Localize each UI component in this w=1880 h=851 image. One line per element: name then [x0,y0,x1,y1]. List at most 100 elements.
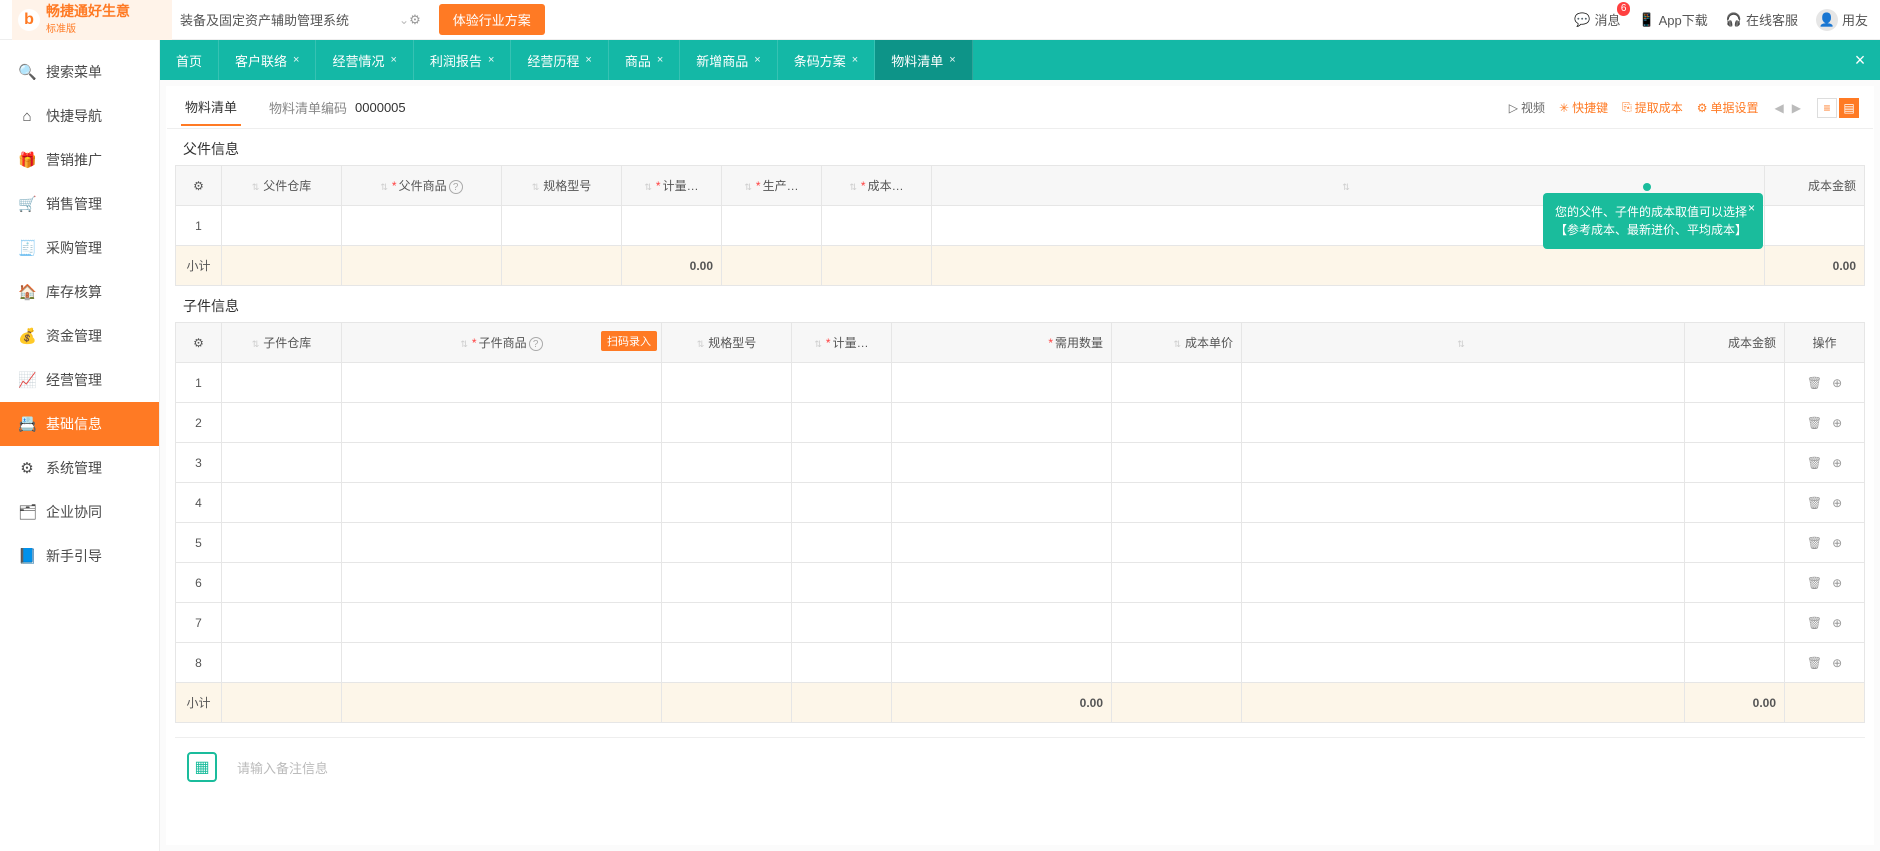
add-icon[interactable]: ⊕ [1832,376,1842,390]
sidebar-item-10[interactable]: 🗂企业协同 [0,490,159,534]
extract-cost-link[interactable]: ⎘提取成本 [1622,99,1683,116]
tab-5[interactable]: 商品× [609,40,680,80]
close-icon[interactable]: × [390,54,396,66]
child-col-product[interactable]: ⇅*子件商品?扫码录入 [342,323,662,363]
sidebar-item-5[interactable]: 🏠库存核算 [0,270,159,314]
sub-tab-bom[interactable]: 物料清单 [181,89,241,126]
sidebar-item-8[interactable]: 📇基础信息 [0,402,159,446]
close-icon[interactable]: × [754,54,760,66]
close-all-tabs-button[interactable]: × [1840,50,1880,71]
delete-icon[interactable]: 🗑 [1807,576,1822,590]
system-settings-icon[interactable]: ⚙ [409,12,421,28]
sidebar-item-9[interactable]: ⚙系统管理 [0,446,159,490]
app-download-button[interactable]: 📱 App下载 [1638,10,1707,29]
scan-input-badge[interactable]: 扫码录入 [601,331,657,351]
child-row[interactable]: 5🗑⊕ [176,523,1865,563]
tab-8[interactable]: 物料清单× [875,40,972,80]
delete-icon[interactable]: 🗑 [1807,536,1822,550]
tab-7[interactable]: 条码方案× [778,40,875,80]
child-col-qty[interactable]: *需用数量 [892,323,1112,363]
parent-col-unit[interactable]: ⇅*计量… [622,166,722,206]
child-row[interactable]: 3🗑⊕ [176,443,1865,483]
delete-icon[interactable]: 🗑 [1807,656,1822,670]
child-col-blank[interactable]: ⇅ [1242,323,1685,363]
parent-col-cost[interactable]: ⇅*成本… [822,166,932,206]
record-pager: ◀ ▶ [1773,101,1803,115]
view-card-button[interactable]: ▤ [1839,98,1859,118]
child-col-unit-cost[interactable]: ⇅成本单价 [1112,323,1242,363]
child-row[interactable]: 6🗑⊕ [176,563,1865,603]
messages-button[interactable]: 💬 消息 6 [1574,10,1620,29]
sidebar-item-0[interactable]: 🔍搜索菜单 [0,50,159,94]
parent-col-gear[interactable]: ⚙ [176,166,222,206]
tab-1[interactable]: 客户联络× [219,40,316,80]
child-row[interactable]: 7🗑⊕ [176,603,1865,643]
tab-2[interactable]: 经营情况× [316,40,413,80]
close-icon[interactable]: × [585,54,591,66]
doc-settings-link[interactable]: ⚙单据设置 [1697,99,1759,116]
sidebar-item-3[interactable]: 🛒销售管理 [0,182,159,226]
system-dropdown[interactable]: 装备及固定资产辅助管理系统 ⌄ [180,10,409,29]
pager-prev[interactable]: ◀ [1773,101,1786,115]
parent-col-warehouse[interactable]: ⇅父件仓库 [222,166,342,206]
sidebar-item-6[interactable]: 💰资金管理 [0,314,159,358]
sidebar-item-11[interactable]: 📘新手引导 [0,534,159,578]
parent-col-product[interactable]: ⇅*父件商品? [342,166,502,206]
close-icon[interactable]: × [488,54,494,66]
child-col-warehouse[interactable]: ⇅子件仓库 [222,323,342,363]
sidebar-item-1[interactable]: ⌂快捷导航 [0,94,159,138]
video-link[interactable]: ▷视频 [1509,99,1545,116]
add-icon[interactable]: ⊕ [1832,416,1842,430]
add-icon[interactable]: ⊕ [1832,536,1842,550]
tab-6[interactable]: 新增商品× [680,40,777,80]
close-icon[interactable]: × [852,54,858,66]
user-menu[interactable]: 👤 用友 [1816,9,1868,31]
tab-4[interactable]: 经营历程× [511,40,608,80]
child-col-cost-amount[interactable]: 成本金额 [1685,323,1785,363]
tab-3[interactable]: 利润报告 × [414,40,511,80]
help-icon[interactable]: ? [529,337,543,351]
child-col-spec[interactable]: ⇅规格型号 [662,323,792,363]
brand-block: b 畅捷通好生意 标准版 [12,0,172,40]
add-icon[interactable]: ⊕ [1832,456,1842,470]
delete-icon[interactable]: 🗑 [1807,456,1822,470]
child-row[interactable]: 1🗑⊕ [176,363,1865,403]
parent-col-spec[interactable]: ⇅规格型号 [502,166,622,206]
close-icon[interactable]: × [657,54,663,66]
sidebar-item-7[interactable]: 📈经营管理 [0,358,159,402]
parent-col-cost-amount[interactable]: 成本金额 [1765,166,1865,206]
shortcut-link[interactable]: ✳快捷键 [1559,99,1608,116]
add-icon[interactable]: ⊕ [1832,496,1842,510]
tooltip-close-icon[interactable]: × [1748,199,1755,217]
child-col-gear[interactable]: ⚙ [176,323,222,363]
close-icon[interactable]: × [949,54,955,66]
calendar-icon[interactable]: ▦ [187,752,217,782]
child-row[interactable]: 2🗑⊕ [176,403,1865,443]
remark-placeholder[interactable]: 请输入备注信息 [237,758,328,777]
child-row[interactable]: 8 🗑 ⊕ [176,643,1865,683]
delete-icon[interactable]: 🗑 [1807,496,1822,510]
header-right: 💬 消息 6 📱 App下载 🎧 在线客服 👤 用友 [1574,9,1868,31]
child-col-unit[interactable]: ⇅*计量… [792,323,892,363]
sidebar-item-2[interactable]: 🎁营销推广 [0,138,159,182]
view-list-button[interactable]: ≡ [1817,98,1837,118]
add-icon[interactable]: ⊕ [1832,576,1842,590]
child-row[interactable]: 4🗑⊕ [176,483,1865,523]
close-icon[interactable]: × [293,54,299,66]
delete-icon[interactable]: 🗑 [1807,616,1822,630]
tab-0[interactable]: 首页 [160,40,219,80]
sidebar-icon: 🎁 [18,151,36,169]
tab-label: 利润报告 [430,51,482,70]
pager-next[interactable]: ▶ [1790,101,1803,115]
messages-badge: 6 [1617,2,1631,16]
parent-col-prod[interactable]: ⇅*生产… [722,166,822,206]
row-index: 8 [176,643,222,683]
add-icon[interactable]: ⊕ [1832,616,1842,630]
delete-icon[interactable]: 🗑 [1807,376,1822,390]
sidebar-item-4[interactable]: 🧾采购管理 [0,226,159,270]
add-icon[interactable]: ⊕ [1832,656,1842,670]
support-button[interactable]: 🎧 在线客服 [1726,10,1798,29]
delete-icon[interactable]: 🗑 [1807,416,1822,430]
help-icon[interactable]: ? [449,180,463,194]
experience-plan-button[interactable]: 体验行业方案 [439,4,545,35]
